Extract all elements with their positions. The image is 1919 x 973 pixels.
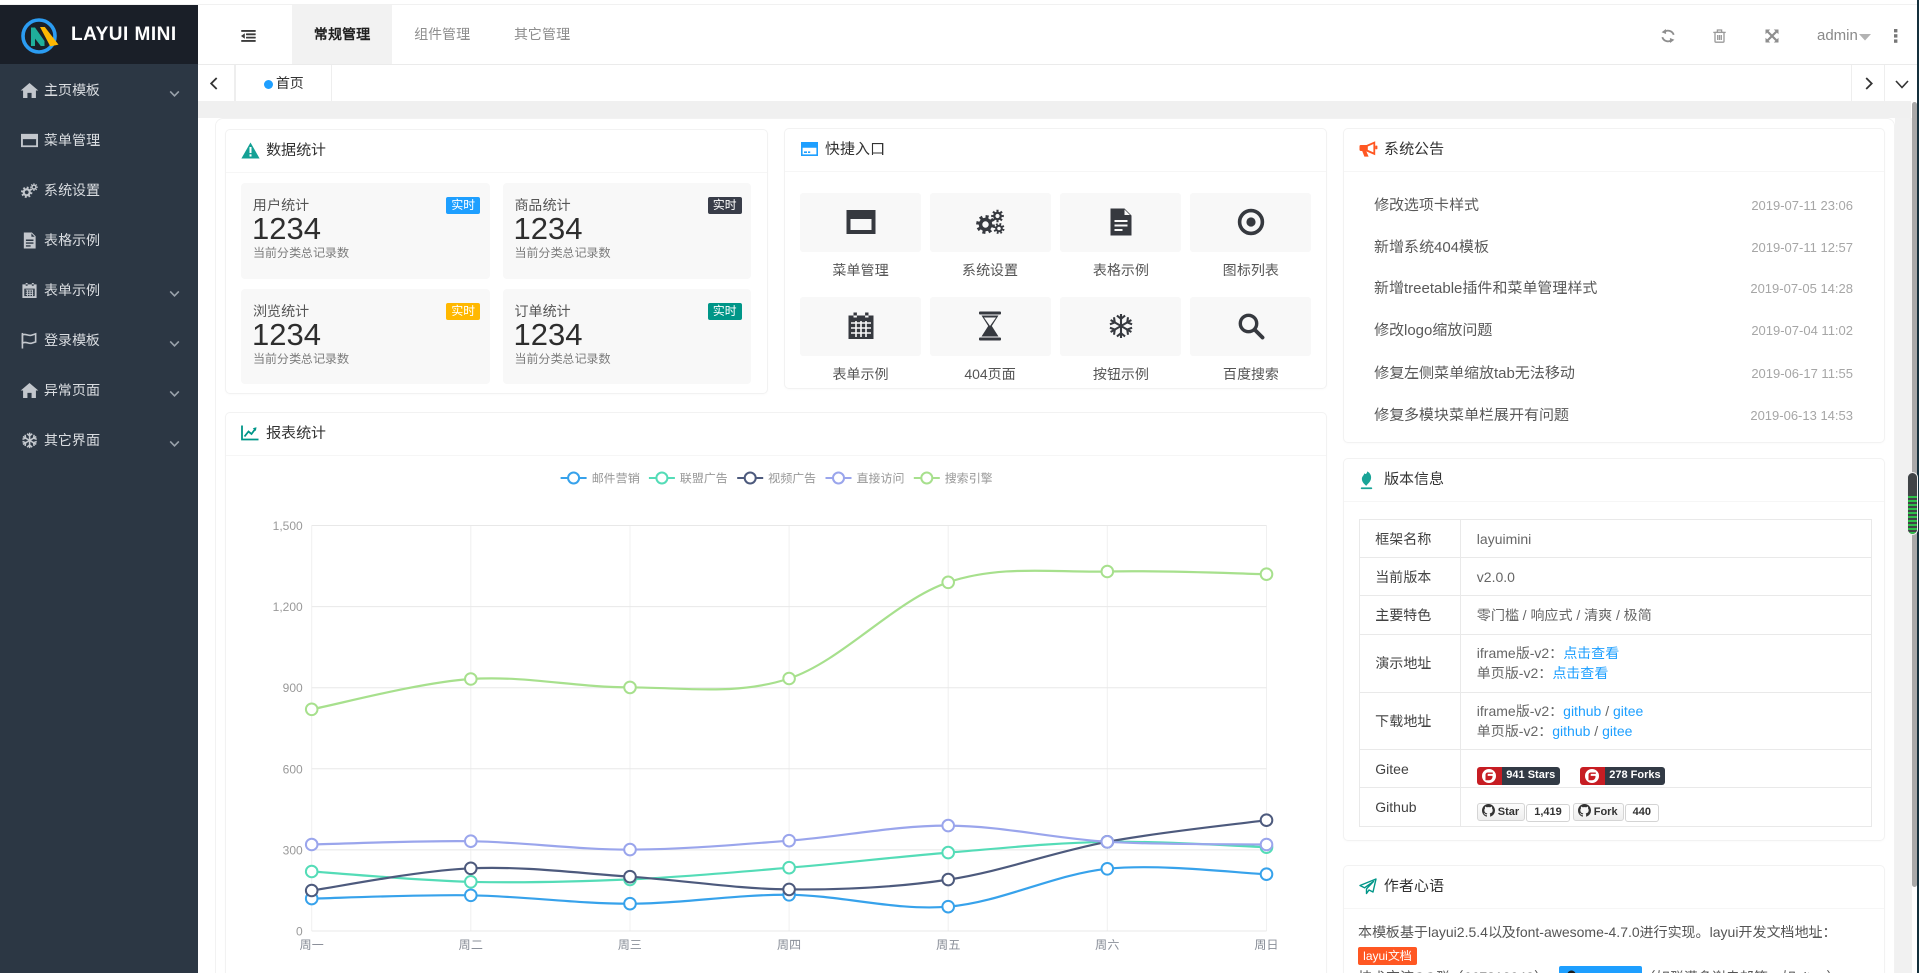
svg-text:300: 300 — [283, 844, 303, 858]
svg-text:邮件营销: 邮件营销 — [592, 472, 640, 486]
svg-text:周二: 周二 — [459, 938, 483, 952]
svg-text:直接访问: 直接访问 — [857, 472, 905, 486]
svg-text:周六: 周六 — [1095, 938, 1119, 952]
svg-text:视频广告: 视频广告 — [768, 472, 816, 486]
svg-text:1,500: 1,500 — [273, 519, 303, 533]
svg-text:1,200: 1,200 — [273, 600, 303, 614]
svg-text:周一: 周一 — [300, 938, 324, 952]
svg-text:周五: 周五 — [936, 938, 960, 952]
svg-text:600: 600 — [283, 763, 303, 777]
svg-text:周日: 周日 — [1254, 938, 1278, 952]
svg-text:联盟广告: 联盟广告 — [680, 472, 728, 486]
svg-text:周三: 周三 — [618, 938, 642, 952]
svg-text:900: 900 — [283, 681, 303, 695]
svg-text:周四: 周四 — [777, 938, 801, 952]
svg-text:0: 0 — [296, 925, 303, 939]
svg-text:搜索引擎: 搜索引擎 — [945, 472, 993, 486]
